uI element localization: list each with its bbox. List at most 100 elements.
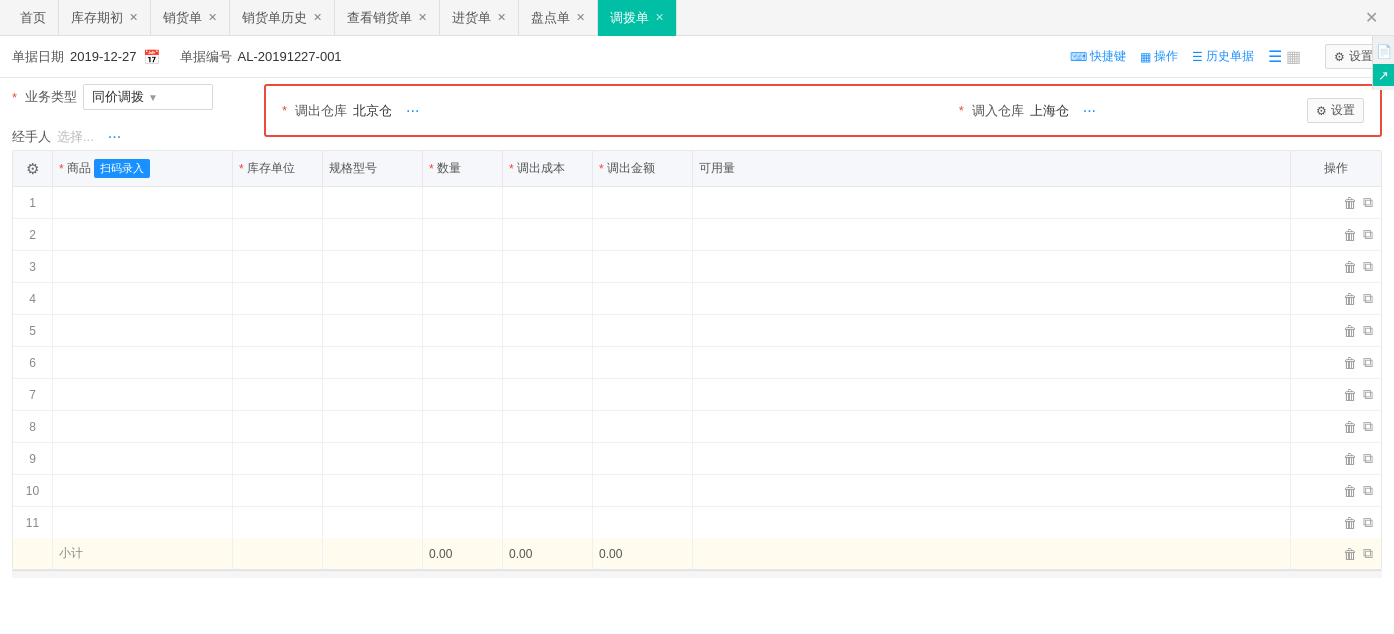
row-amount-9[interactable] <box>593 443 693 474</box>
row-delete-icon-5[interactable]: 🗑 <box>1343 323 1357 339</box>
row-copy-icon-9[interactable]: ⧉ <box>1363 450 1373 467</box>
tab-close-purchase[interactable]: ✕ <box>497 11 506 24</box>
row-amount-7[interactable] <box>593 379 693 410</box>
row-cost-4[interactable] <box>503 283 593 314</box>
row-product-9[interactable] <box>53 443 233 474</box>
tab-sales-history[interactable]: 销货单历史✕ <box>230 0 335 36</box>
row-amount-6[interactable] <box>593 347 693 378</box>
row-delete-icon-9[interactable]: 🗑 <box>1343 451 1357 467</box>
row-qty-9[interactable] <box>423 443 503 474</box>
tab-transfer[interactable]: 调拨单✕ <box>598 0 677 36</box>
tab-close-view-sales[interactable]: ✕ <box>418 11 427 24</box>
row-cost-1[interactable] <box>503 187 593 218</box>
tab-view-sales[interactable]: 查看销货单✕ <box>335 0 440 36</box>
row-spec-1[interactable] <box>323 187 423 218</box>
row-amount-2[interactable] <box>593 219 693 250</box>
row-unit-8[interactable] <box>233 411 323 442</box>
subtotal-copy-icon[interactable]: ⧉ <box>1363 545 1373 562</box>
row-product-3[interactable] <box>53 251 233 282</box>
warehouse-settings-button[interactable]: ⚙ 设置 <box>1307 98 1364 123</box>
row-product-11[interactable] <box>53 507 233 538</box>
row-product-6[interactable] <box>53 347 233 378</box>
row-spec-11[interactable] <box>323 507 423 538</box>
tab-close-inventory-check[interactable]: ✕ <box>576 11 585 24</box>
scan-button[interactable]: 扫码录入 <box>94 159 150 178</box>
row-delete-icon-8[interactable]: 🗑 <box>1343 419 1357 435</box>
row-product-5[interactable] <box>53 315 233 346</box>
row-amount-11[interactable] <box>593 507 693 538</box>
tab-sales-order[interactable]: 销货单✕ <box>151 0 230 36</box>
row-cost-10[interactable] <box>503 475 593 506</box>
row-unit-1[interactable] <box>233 187 323 218</box>
row-cost-7[interactable] <box>503 379 593 410</box>
tab-close-sales-history[interactable]: ✕ <box>313 11 322 24</box>
row-qty-3[interactable] <box>423 251 503 282</box>
row-spec-6[interactable] <box>323 347 423 378</box>
row-spec-2[interactable] <box>323 219 423 250</box>
row-amount-5[interactable] <box>593 315 693 346</box>
row-copy-icon-4[interactable]: ⧉ <box>1363 290 1373 307</box>
person-ellipsis-button[interactable]: ··· <box>108 128 121 146</box>
business-type-select[interactable]: 同价调拨 ▼ <box>83 84 213 110</box>
row-copy-icon-11[interactable]: ⧉ <box>1363 514 1373 531</box>
tab-home[interactable]: 首页 <box>8 0 59 36</box>
row-cost-11[interactable] <box>503 507 593 538</box>
shortcuts-button[interactable]: ⌨ 快捷键 <box>1070 48 1126 65</box>
row-product-4[interactable] <box>53 283 233 314</box>
row-amount-10[interactable] <box>593 475 693 506</box>
warehouse-in-ellipsis-button[interactable]: ··· <box>1083 102 1096 120</box>
horizontal-scrollbar[interactable] <box>12 570 1382 578</box>
row-qty-5[interactable] <box>423 315 503 346</box>
row-delete-icon-6[interactable]: 🗑 <box>1343 355 1357 371</box>
row-delete-icon-7[interactable]: 🗑 <box>1343 387 1357 403</box>
tab-purchase[interactable]: 进货单✕ <box>440 0 519 36</box>
row-spec-5[interactable] <box>323 315 423 346</box>
row-delete-icon-1[interactable]: 🗑 <box>1343 195 1357 211</box>
row-copy-icon-8[interactable]: ⧉ <box>1363 418 1373 435</box>
row-copy-icon-5[interactable]: ⧉ <box>1363 322 1373 339</box>
row-cost-3[interactable] <box>503 251 593 282</box>
row-amount-4[interactable] <box>593 283 693 314</box>
row-delete-icon-3[interactable]: 🗑 <box>1343 259 1357 275</box>
row-unit-11[interactable] <box>233 507 323 538</box>
row-amount-3[interactable] <box>593 251 693 282</box>
row-amount-8[interactable] <box>593 411 693 442</box>
row-product-8[interactable] <box>53 411 233 442</box>
row-copy-icon-3[interactable]: ⧉ <box>1363 258 1373 275</box>
close-all-button[interactable]: ✕ <box>1357 8 1386 27</box>
row-spec-4[interactable] <box>323 283 423 314</box>
row-qty-11[interactable] <box>423 507 503 538</box>
row-qty-8[interactable] <box>423 411 503 442</box>
row-delete-icon-10[interactable]: 🗑 <box>1343 483 1357 499</box>
row-spec-10[interactable] <box>323 475 423 506</box>
warehouse-out-ellipsis-button[interactable]: ··· <box>406 102 419 120</box>
sidebar-export-icon[interactable]: ↗ <box>1373 64 1395 86</box>
row-product-2[interactable] <box>53 219 233 250</box>
row-delete-icon-2[interactable]: 🗑 <box>1343 227 1357 243</box>
person-select[interactable]: 选择... <box>57 128 94 146</box>
sidebar-note-icon[interactable]: 📄 <box>1373 40 1395 62</box>
calendar-icon[interactable]: 📅 <box>143 49 160 65</box>
list-view-icon[interactable]: ☰ <box>1268 47 1282 66</box>
table-gear-header[interactable]: ⚙ <box>13 151 53 186</box>
history-button[interactable]: ☰ 历史单据 <box>1192 48 1254 65</box>
row-amount-1[interactable] <box>593 187 693 218</box>
row-unit-3[interactable] <box>233 251 323 282</box>
row-product-1[interactable] <box>53 187 233 218</box>
subtotal-delete-icon[interactable]: 🗑 <box>1343 546 1357 562</box>
row-unit-4[interactable] <box>233 283 323 314</box>
row-cost-6[interactable] <box>503 347 593 378</box>
row-delete-icon-4[interactable]: 🗑 <box>1343 291 1357 307</box>
row-copy-icon-10[interactable]: ⧉ <box>1363 482 1373 499</box>
row-spec-9[interactable] <box>323 443 423 474</box>
row-copy-icon-2[interactable]: ⧉ <box>1363 226 1373 243</box>
row-qty-7[interactable] <box>423 379 503 410</box>
row-unit-9[interactable] <box>233 443 323 474</box>
row-qty-4[interactable] <box>423 283 503 314</box>
row-copy-icon-6[interactable]: ⧉ <box>1363 354 1373 371</box>
tab-inventory-init[interactable]: 库存期初✕ <box>59 0 151 36</box>
row-product-7[interactable] <box>53 379 233 410</box>
row-copy-icon-7[interactable]: ⧉ <box>1363 386 1373 403</box>
row-qty-6[interactable] <box>423 347 503 378</box>
row-unit-6[interactable] <box>233 347 323 378</box>
